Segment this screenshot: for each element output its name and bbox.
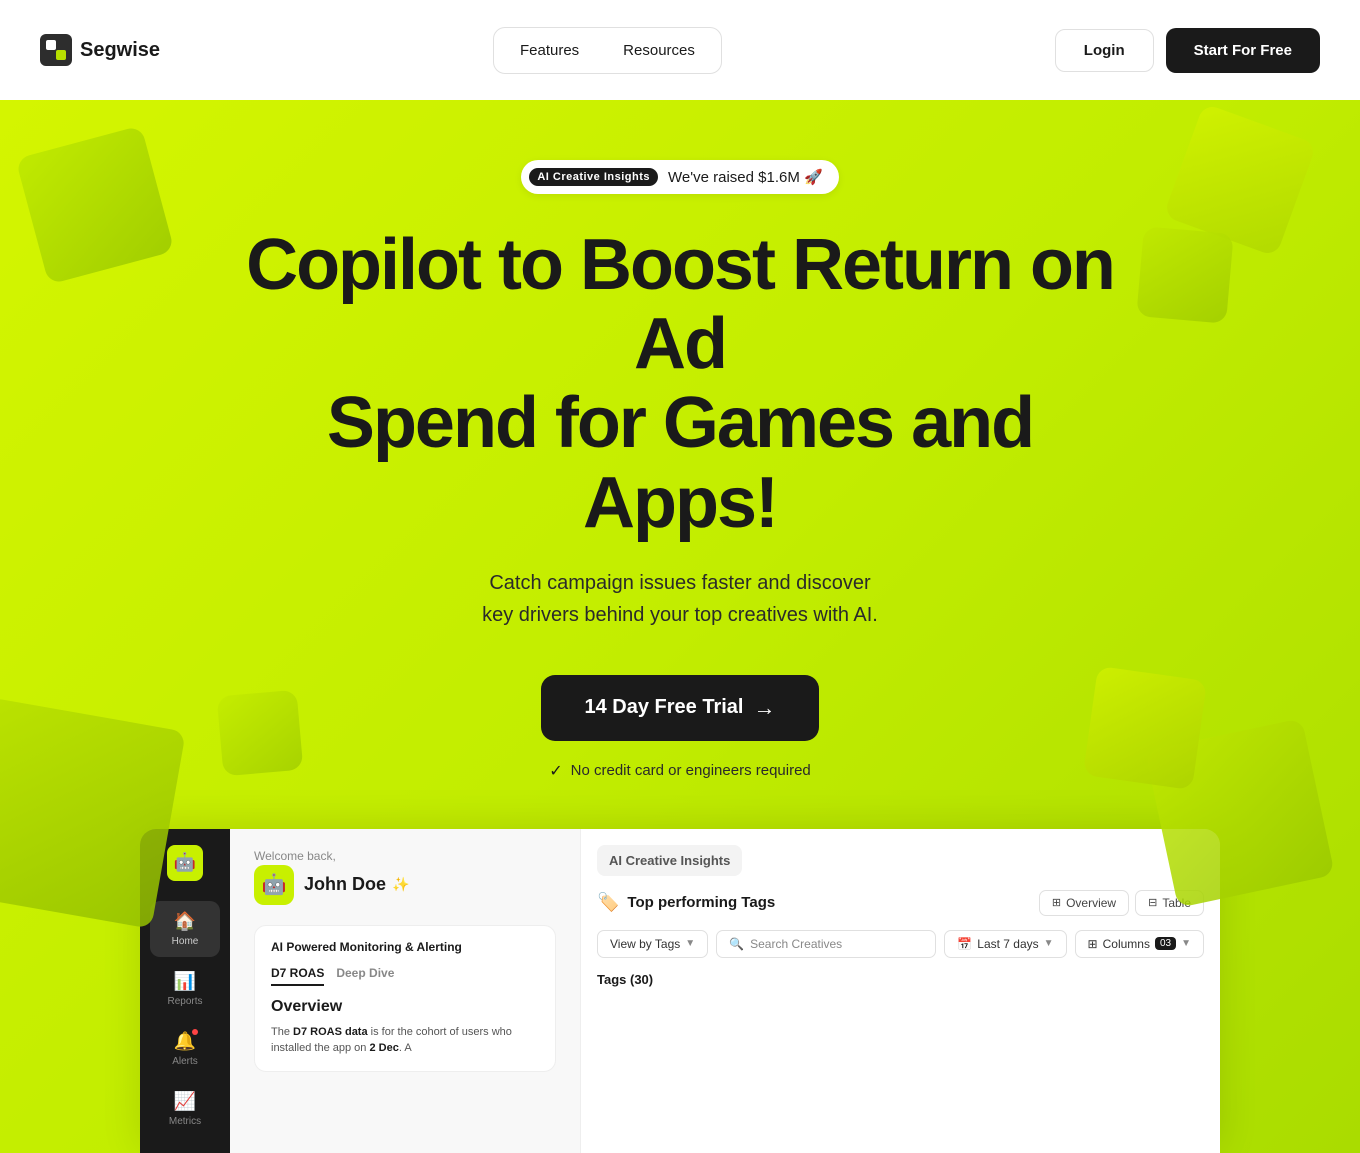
nav-actions: Login Start For Free [1055, 28, 1320, 73]
app-right-panel: AI Creative Insights 🏷️ Top performing T… [580, 829, 1220, 1153]
decor-cube-top-right-2 [1136, 226, 1234, 324]
date-filter-button[interactable]: 📅 Last 7 days ▼ [944, 930, 1066, 958]
monitoring-title: AI Powered Monitoring & Alerting [271, 940, 539, 954]
sidebar-reports-label: Reports [167, 996, 202, 1007]
navbar: Segwise Features Resources Login Start F… [0, 0, 1360, 100]
nav-features[interactable]: Features [500, 34, 599, 67]
decor-cube-bottom-right-2 [1083, 666, 1207, 790]
calendar-icon: 📅 [957, 937, 972, 951]
chevron-down-icon: ▼ [685, 938, 695, 949]
columns-count-badge: 03 [1155, 937, 1176, 950]
columns-chevron-icon: ▼ [1181, 938, 1191, 949]
overview-icon: ⊞ [1052, 896, 1061, 909]
check-icon: ✓ [549, 761, 562, 781]
view-by-tags-label: View by Tags [610, 937, 680, 951]
subtitle-line2: key drivers behind your top creatives wi… [482, 604, 878, 626]
hero-subtitle: Catch campaign issues faster and discove… [482, 567, 878, 631]
welcome-text: Welcome back, [254, 849, 556, 863]
home-icon: 🏠 [174, 911, 196, 932]
new-badge: AI Creative Insights [529, 168, 658, 186]
table-icon: ⊟ [1148, 896, 1157, 909]
login-button[interactable]: Login [1055, 29, 1154, 72]
start-button[interactable]: Start For Free [1166, 28, 1320, 73]
tab-d7roas[interactable]: D7 ROAS [271, 966, 324, 986]
top-tags-title: 🏷️ Top performing Tags [597, 892, 775, 913]
columns-label: Columns [1103, 937, 1150, 951]
sidebar-item-reports[interactable]: 📊 Reports [150, 961, 220, 1017]
tag-emoji: 🏷️ [597, 892, 619, 913]
top-tags-header: 🏷️ Top performing Tags ⊞ Overview ⊟ Tabl… [597, 890, 1204, 916]
sidebar-home-label: Home [172, 936, 199, 947]
columns-icon: ⊞ [1088, 937, 1098, 951]
no-cc-notice: ✓ No credit card or engineers required [549, 761, 811, 781]
announcement-text: We've raised $1.6M 🚀 [668, 168, 823, 186]
headline-line2: Spend for Games and Apps! [327, 383, 1033, 542]
alert-dot [192, 1029, 198, 1035]
overview-title: Overview [271, 998, 539, 1016]
app-preview: 🤖 🏠 Home 📊 Reports 🔔 Alerts 📈 Metrics [140, 829, 1220, 1153]
sidebar-item-metrics[interactable]: 📈 Metrics [150, 1081, 220, 1137]
view-by-tags-button[interactable]: View by Tags ▼ [597, 930, 708, 958]
decor-cube-top-left [15, 125, 174, 284]
search-placeholder: Search Creatives [750, 937, 842, 951]
trial-button[interactable]: 14 Day Free Trial → [541, 675, 820, 741]
subtitle-line1: Catch campaign issues faster and discove… [489, 572, 870, 594]
nav-resources[interactable]: Resources [603, 34, 715, 67]
search-creatives-field[interactable]: 🔍 Search Creatives [716, 930, 936, 958]
monitoring-card: AI Powered Monitoring & Alerting D7 ROAS… [254, 925, 556, 1072]
reports-icon: 📊 [174, 971, 196, 992]
decor-cube-bottom-left-2 [217, 689, 304, 776]
hero-headline: Copilot to Boost Return on Ad Spend for … [230, 226, 1130, 543]
tab-deepdive[interactable]: Deep Dive [336, 966, 394, 986]
alerts-icon: 🔔 [174, 1031, 196, 1052]
ai-panel-title: AI Creative Insights [597, 845, 742, 876]
headline-line1: Copilot to Boost Return on Ad [246, 225, 1114, 384]
sidebar-metrics-label: Metrics [169, 1116, 201, 1127]
user-name: John Doe ✨ [304, 874, 409, 895]
logo-text: Segwise [80, 39, 160, 62]
date-chevron-icon: ▼ [1044, 938, 1054, 949]
sidebar-logo: 🤖 [167, 845, 203, 881]
sidebar-item-home[interactable]: 🏠 Home [150, 901, 220, 957]
announcement-pill: AI Creative Insights We've raised $1.6M … [521, 160, 838, 194]
logo: Segwise [40, 34, 160, 66]
user-avatar: 🤖 [254, 865, 294, 905]
hero-section: AI Creative Insights We've raised $1.6M … [0, 100, 1360, 1153]
date-filter-label: Last 7 days [977, 937, 1038, 951]
overview-view-button[interactable]: ⊞ Overview [1039, 890, 1129, 916]
arrow-icon: → [753, 695, 775, 721]
sidebar-item-alerts[interactable]: 🔔 Alerts [150, 1021, 220, 1077]
top-tags-label: Top performing Tags [627, 894, 775, 911]
tags-count: Tags (30) [597, 972, 1204, 987]
user-name-area: John Doe ✨ [304, 874, 409, 895]
sparkle-icon: ✨ [392, 876, 409, 893]
monitoring-tabs: D7 ROAS Deep Dive [271, 966, 539, 986]
metrics-icon: 📈 [174, 1091, 196, 1112]
app-main-content: Welcome back, 🤖 John Doe ✨ AI Powered Mo… [230, 829, 580, 1153]
columns-button[interactable]: ⊞ Columns 03 ▼ [1075, 930, 1204, 958]
user-row: 🤖 John Doe ✨ [254, 865, 556, 905]
nav-links: Features Resources [493, 27, 722, 74]
logo-icon [40, 34, 72, 66]
no-cc-text: No credit card or engineers required [571, 762, 811, 779]
overview-text: The D7 ROAS data is for the cohort of us… [271, 1024, 539, 1057]
overview-button-label: Overview [1066, 896, 1116, 910]
trial-button-label: 14 Day Free Trial [585, 696, 744, 719]
toolbar: View by Tags ▼ 🔍 Search Creatives 📅 Last… [597, 930, 1204, 958]
sidebar-alerts-label: Alerts [172, 1056, 198, 1067]
search-icon: 🔍 [729, 937, 744, 951]
